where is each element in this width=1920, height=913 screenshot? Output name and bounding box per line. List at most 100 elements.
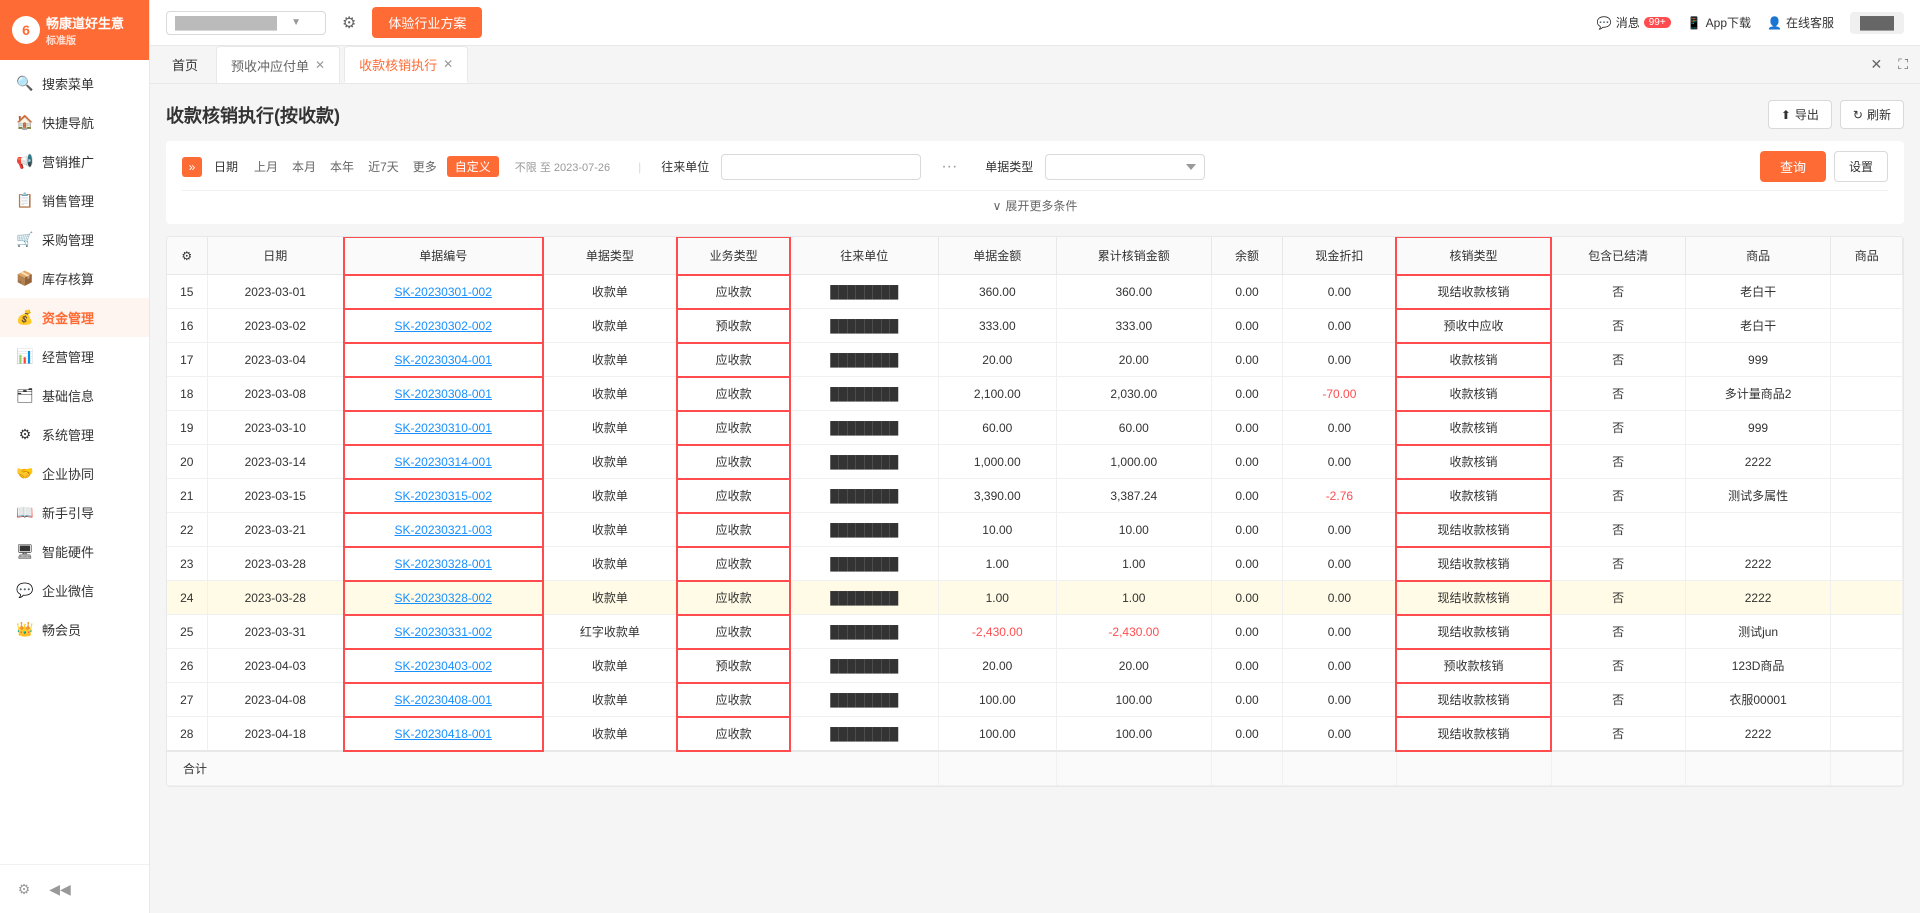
export-btn[interactable]: ⬆ 导出 <box>1768 100 1832 129</box>
tab-prepay-close[interactable]: ✕ <box>315 58 325 72</box>
service-icon: 👤 <box>1767 16 1782 30</box>
date-btn-this-month[interactable]: 本月 <box>288 156 320 177</box>
settings-bottom-icon[interactable]: ⚙ <box>10 875 38 903</box>
bill-no-link[interactable]: SK-20230403-002 <box>394 659 491 673</box>
cell-bill_no[interactable]: SK-20230331-002 <box>344 615 543 649</box>
sidebar-item-search[interactable]: 🔍 搜索菜单 <box>0 64 149 103</box>
cell-verified_amount: -2,430.00 <box>1056 615 1211 649</box>
cell-bill_no[interactable]: SK-20230328-002 <box>344 581 543 615</box>
bill-no-link[interactable]: SK-20230308-001 <box>394 387 491 401</box>
filter-dots[interactable]: ··· <box>941 158 957 176</box>
tab-verify-close[interactable]: ✕ <box>443 57 453 71</box>
sidebar-label-search: 搜索菜单 <box>42 74 94 93</box>
cell-seq: 28 <box>167 717 207 752</box>
cell-bill_no[interactable]: SK-20230308-001 <box>344 377 543 411</box>
workspace-select[interactable]: ████████████ ▼ <box>166 11 326 35</box>
cell-biz_type: 应收款 <box>677 479 790 513</box>
date-btn-this-year[interactable]: 本年 <box>326 156 358 177</box>
filter-expand-icon[interactable]: » <box>182 157 202 177</box>
bill-no-link[interactable]: SK-20230331-002 <box>394 625 491 639</box>
cell-bill_no[interactable]: SK-20230408-001 <box>344 683 543 717</box>
cell-bill_type: 收款单 <box>543 377 677 411</box>
expand-btn[interactable]: ⛶ <box>1894 52 1912 77</box>
expand-more-btn[interactable]: ∨ 展开更多条件 <box>993 197 1078 214</box>
messages-btn[interactable]: 💬 消息 99+ <box>1597 14 1671 31</box>
date-btn-more[interactable]: 更多 <box>409 156 441 177</box>
cell-verify_type: 现结收款核销 <box>1396 717 1551 752</box>
cell-verified_amount: 360.00 <box>1056 275 1211 309</box>
cell-bill_no[interactable]: SK-20230310-001 <box>344 411 543 445</box>
sidebar-item-marketing[interactable]: 📢 营销推广 <box>0 142 149 181</box>
table-header: ⚙ 日期 单据编号 单据类型 业务类型 往来单位 单据金额 累计核销金额 余额 … <box>167 237 1903 275</box>
cell-bill_no[interactable]: SK-20230301-002 <box>344 275 543 309</box>
bill-no-link[interactable]: SK-20230321-003 <box>394 523 491 537</box>
bill-no-link[interactable]: SK-20230418-001 <box>394 727 491 741</box>
sidebar-item-finance[interactable]: 💰 资金管理 <box>0 298 149 337</box>
cell-bill_amount: 2,100.00 <box>938 377 1056 411</box>
date-btn-7days[interactable]: 近7天 <box>364 156 403 177</box>
collapse-icon[interactable]: ◀◀ <box>46 875 74 903</box>
close-all-btn[interactable]: ✕ <box>1866 52 1886 77</box>
cell-bill_no[interactable]: SK-20230302-002 <box>344 309 543 343</box>
customer-service-btn[interactable]: 👤 在线客服 <box>1767 14 1834 31</box>
sidebar-item-system[interactable]: ⚙ 系统管理 <box>0 415 149 454</box>
cell-bill_no[interactable]: SK-20230314-001 <box>344 445 543 479</box>
bill-no-link[interactable]: SK-20230328-001 <box>394 557 491 571</box>
cell-bill_no[interactable]: SK-20230418-001 <box>344 717 543 752</box>
sidebar-item-base-info[interactable]: 🗂 基础信息 <box>0 376 149 415</box>
table-row: 242023-03-28SK-20230328-002收款单应收款███████… <box>167 581 1903 615</box>
cell-verify_type: 现结收款核销 <box>1396 547 1551 581</box>
user-avatar[interactable]: ████ <box>1850 12 1904 34</box>
gear-icon[interactable]: ⚙ <box>338 9 360 37</box>
sidebar-item-collab[interactable]: 🤝 企业协同 <box>0 454 149 493</box>
cell-cash_discount: 0.00 <box>1283 581 1396 615</box>
tab-prepay[interactable]: 预收冲应付单 ✕ <box>216 46 340 83</box>
sidebar-item-wechat[interactable]: 💬 企业微信 <box>0 571 149 610</box>
bill-no-link[interactable]: SK-20230314-001 <box>394 455 491 469</box>
date-btn-last-month[interactable]: 上月 <box>250 156 282 177</box>
cell-biz_type: 应收款 <box>677 377 790 411</box>
query-btn[interactable]: 查询 <box>1760 151 1826 182</box>
cell-verified_amount: 1.00 <box>1056 547 1211 581</box>
bill-no-link[interactable]: SK-20230310-001 <box>394 421 491 435</box>
cell-bill_no[interactable]: SK-20230304-001 <box>344 343 543 377</box>
bill-no-link[interactable]: SK-20230408-001 <box>394 693 491 707</box>
sidebar-item-sales[interactable]: 📋 销售管理 <box>0 181 149 220</box>
bill-no-link[interactable]: SK-20230302-002 <box>394 319 491 333</box>
tab-verify[interactable]: 收款核销执行 ✕ <box>344 46 468 83</box>
sidebar-item-operations[interactable]: 📊 经营管理 <box>0 337 149 376</box>
cell-bill_no[interactable]: SK-20230315-002 <box>344 479 543 513</box>
sidebar-item-member[interactable]: 👑 畅会员 <box>0 610 149 649</box>
cell-bill_amount: 3,390.00 <box>938 479 1056 513</box>
cell-bill_no[interactable]: SK-20230328-001 <box>344 547 543 581</box>
cell-verified_amount: 20.00 <box>1056 649 1211 683</box>
cell-date: 2023-03-15 <box>207 479 344 513</box>
bill-no-link[interactable]: SK-20230304-001 <box>394 353 491 367</box>
cell-partner: ████████ <box>790 275 938 309</box>
cell-bill_no[interactable]: SK-20230321-003 <box>344 513 543 547</box>
bill-no-link[interactable]: SK-20230315-002 <box>394 489 491 503</box>
refresh-btn[interactable]: ↻ 刷新 <box>1840 100 1904 129</box>
solution-btn[interactable]: 体验行业方案 <box>372 7 482 38</box>
partner-input[interactable] <box>721 154 921 180</box>
filter-settings-btn[interactable]: 设置 <box>1834 151 1888 182</box>
app-download-btn[interactable]: 📱 App下载 <box>1687 14 1751 31</box>
date-btn-custom[interactable]: 自定义 <box>447 156 499 177</box>
cell-include_settled: 否 <box>1551 275 1685 309</box>
sidebar-item-purchase[interactable]: 🛒 采购管理 <box>0 220 149 259</box>
sidebar-item-inventory[interactable]: 📦 库存核算 <box>0 259 149 298</box>
sidebar-item-nav[interactable]: 🏠 快捷导航 <box>0 103 149 142</box>
tab-home[interactable]: 首页 <box>158 46 212 83</box>
bill-no-link[interactable]: SK-20230328-002 <box>394 591 491 605</box>
sidebar-item-hardware[interactable]: 🖥 智能硬件 <box>0 532 149 571</box>
sidebar-item-guide[interactable]: 📖 新手引导 <box>0 493 149 532</box>
table-scroll[interactable]: ⚙ 日期 单据编号 单据类型 业务类型 往来单位 单据金额 累计核销金额 余额 … <box>167 237 1903 786</box>
hardware-icon: 🖥 <box>16 543 34 561</box>
table-row: 212023-03-15SK-20230315-002收款单应收款███████… <box>167 479 1903 513</box>
bill-type-select[interactable] <box>1045 154 1205 180</box>
cell-bill_no[interactable]: SK-20230403-002 <box>344 649 543 683</box>
filter-row-main: » 日期 上月 本月 本年 近7天 更多 自定义 不限 至 2023-07-26… <box>182 151 1888 182</box>
bill-no-link[interactable]: SK-20230301-002 <box>394 285 491 299</box>
cell-goods <box>1685 513 1831 547</box>
footer-discount <box>1283 751 1396 786</box>
